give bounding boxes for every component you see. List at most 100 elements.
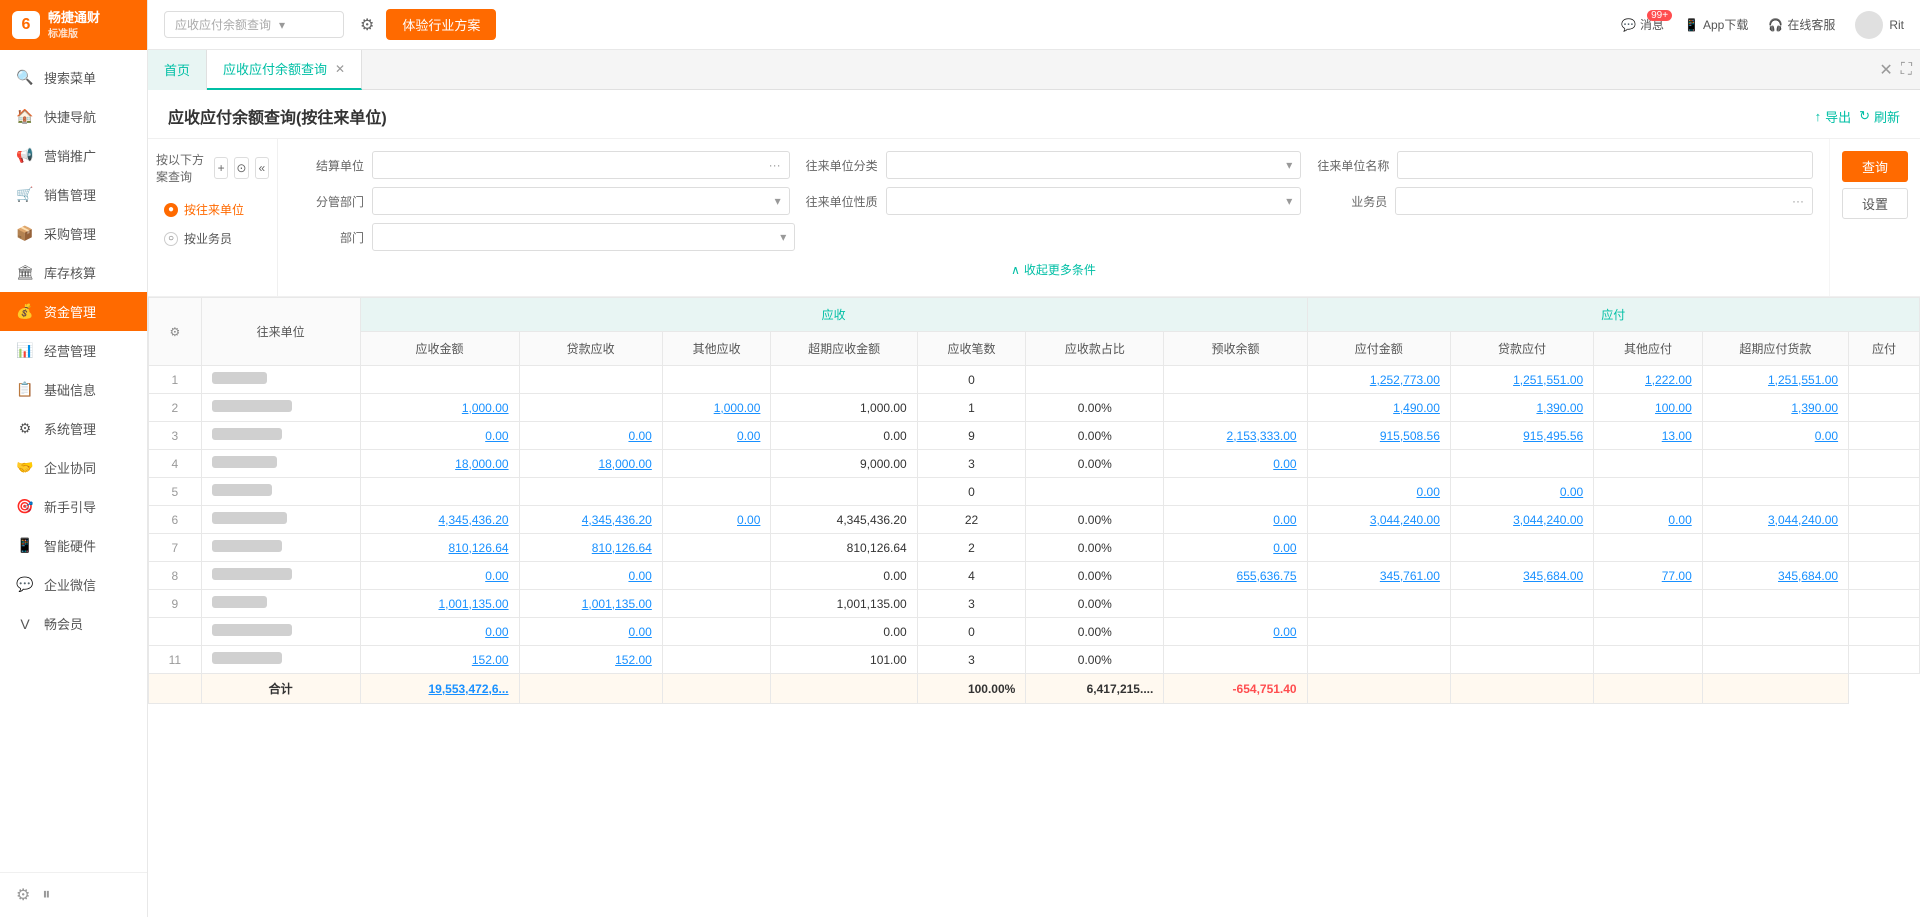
ap-other-2[interactable]: 13.00 [1594,422,1703,450]
tab-home[interactable]: 首页 [148,50,207,90]
query-by-salesman[interactable]: ○ 按业务员 [156,224,269,253]
category-input[interactable]: ▾ [886,151,1302,179]
ap-amount-4[interactable]: 0.00 [1307,478,1450,506]
table-settings-header[interactable]: ⚙ [149,298,202,366]
ar-prepay-5[interactable]: 0.00 [1164,506,1307,534]
ap-other-0[interactable]: 1,222.00 [1594,366,1703,394]
salesman-input[interactable]: ··· [1395,187,1813,215]
query-by-unit[interactable]: ● 按往来单位 [156,195,269,224]
ar-amount-7[interactable]: 0.00 [360,562,519,590]
ar-loan-5[interactable]: 4,345,436.20 [519,506,662,534]
sidebar-item-1[interactable]: 🏠 快捷导航 [0,97,147,136]
sidebar-item-6[interactable]: 💰 资金管理 [0,292,147,331]
export-button[interactable]: ↑ 导出 [1815,107,1852,126]
settlement-input[interactable]: ··· [372,151,790,179]
ar-loan-6[interactable]: 810,126.64 [519,534,662,562]
ar-prepay-2[interactable]: 2,153,333.00 [1164,422,1307,450]
sidebar-item-13[interactable]: 💬 企业微信 [0,565,147,604]
chevron-down-icon[interactable]: ▾ [279,18,285,32]
ar-prepay-3[interactable]: 0.00 [1164,450,1307,478]
ap-other-7[interactable]: 77.00 [1594,562,1703,590]
sidebar-label-8: 基础信息 [44,380,96,399]
sidebar-item-0[interactable]: 🔍 搜索菜单 [0,58,147,97]
settings-icon[interactable]: ⚙ [16,885,30,905]
dept-input[interactable]: ▾ [372,187,790,215]
tab-expand-icon[interactable]: ⛶ [1901,61,1912,79]
collapse-query-icon[interactable]: « [255,157,269,179]
ap-overdue-0[interactable]: 1,251,551.00 [1702,366,1848,394]
trial-button[interactable]: 体验行业方案 [386,9,496,40]
ar-prepay-6[interactable]: 0.00 [1164,534,1307,562]
ar-amount-10[interactable]: 152.00 [360,646,519,674]
setting-button[interactable]: 设置 [1842,188,1908,219]
filter-field-nature: 往来单位性质 ▾ [806,187,1302,215]
tab-ar-query[interactable]: 应收应付余额查询 ✕ [207,50,362,90]
ap-amount-5[interactable]: 3,044,240.00 [1307,506,1450,534]
collapse-icon[interactable]: ⏸ [42,886,50,904]
nature-input[interactable]: ▾ [886,187,1302,215]
sidebar-item-2[interactable]: 📢 营销推广 [0,136,147,175]
refresh-button[interactable]: ↻ 刷新 [1859,107,1900,126]
ar-amount-2[interactable]: 0.00 [360,422,519,450]
sidebar-item-11[interactable]: 🎯 新手引导 [0,487,147,526]
section-dept-input[interactable]: ▾ [372,223,795,251]
sidebar-item-10[interactable]: 🤝 企业协同 [0,448,147,487]
ap-amount-2[interactable]: 915,508.56 [1307,422,1450,450]
edit-query-icon[interactable]: ⊙ [234,157,248,179]
ar-amount-1[interactable]: 1,000.00 [360,394,519,422]
ar-amount-3[interactable]: 18,000.00 [360,450,519,478]
ap-loan-9 [1450,618,1593,646]
ar-other-5[interactable]: 0.00 [662,506,771,534]
ar-amount-9[interactable]: 0.00 [360,618,519,646]
sidebar-item-12[interactable]: 📱 智能硬件 [0,526,147,565]
ap-amount-7[interactable]: 345,761.00 [1307,562,1450,590]
sidebar-item-4[interactable]: 📦 采购管理 [0,214,147,253]
ap-loan-7[interactable]: 345,684.00 [1450,562,1593,590]
app-download-item[interactable]: 📱 App下载 [1684,16,1748,33]
messages-item[interactable]: 💬 消息 99+ [1621,16,1664,33]
ap-amount-1[interactable]: 1,490.00 [1307,394,1450,422]
user-item[interactable]: Rit [1855,11,1904,39]
sidebar-item-9[interactable]: ⚙ 系统管理 [0,409,147,448]
ap-other-5[interactable]: 0.00 [1594,506,1703,534]
sidebar-item-14[interactable]: V 畅会员 [0,604,147,643]
tab-close-all-icon[interactable]: ✕ [1879,60,1892,80]
ar-other-1[interactable]: 1,000.00 [662,394,771,422]
add-query-icon[interactable]: + [214,157,228,179]
search-area[interactable]: 应收应付余额查询 ▾ [164,11,344,38]
sidebar-item-5[interactable]: 🏛 库存核算 [0,253,147,292]
ap-loan-0[interactable]: 1,251,551.00 [1450,366,1593,394]
gear-icon[interactable]: ⚙ [360,15,374,35]
ar-loan-3[interactable]: 18,000.00 [519,450,662,478]
ar-prepay-9[interactable]: 0.00 [1164,618,1307,646]
ar-loan-2[interactable]: 0.00 [519,422,662,450]
ar-prepay-7[interactable]: 655,636.75 [1164,562,1307,590]
ap-other-1[interactable]: 100.00 [1594,394,1703,422]
ar-loan-9[interactable]: 0.00 [519,618,662,646]
ar-loan-10[interactable]: 152.00 [519,646,662,674]
ar-amount-5[interactable]: 4,345,436.20 [360,506,519,534]
ap-loan-1[interactable]: 1,390.00 [1450,394,1593,422]
unit-name-input[interactable] [1397,151,1813,179]
ap-overdue-2[interactable]: 0.00 [1702,422,1848,450]
query-button[interactable]: 查询 [1842,151,1908,182]
ap-loan-4[interactable]: 0.00 [1450,478,1593,506]
ar-loan-8[interactable]: 1,001,135.00 [519,590,662,618]
tab-close-icon[interactable]: ✕ [335,62,345,76]
ap-overdue-1[interactable]: 1,390.00 [1702,394,1848,422]
footer-ar-total[interactable]: 19,553,472,6... [360,674,519,704]
ap-loan-2[interactable]: 915,495.56 [1450,422,1593,450]
sidebar-item-7[interactable]: 📊 经营管理 [0,331,147,370]
ar-other-2[interactable]: 0.00 [662,422,771,450]
ar-amount-8[interactable]: 1,001,135.00 [360,590,519,618]
sidebar-item-8[interactable]: 📋 基础信息 [0,370,147,409]
ap-amount-0[interactable]: 1,252,773.00 [1307,366,1450,394]
online-service-item[interactable]: 🎧 在线客服 [1768,16,1835,33]
ar-loan-7[interactable]: 0.00 [519,562,662,590]
ar-amount-6[interactable]: 810,126.64 [360,534,519,562]
ap-overdue-7[interactable]: 345,684.00 [1702,562,1848,590]
sidebar-item-3[interactable]: 🛒 销售管理 [0,175,147,214]
ap-overdue-5[interactable]: 3,044,240.00 [1702,506,1848,534]
collapse-more-button[interactable]: ∧ 收起更多条件 [294,255,1813,284]
ap-loan-5[interactable]: 3,044,240.00 [1450,506,1593,534]
